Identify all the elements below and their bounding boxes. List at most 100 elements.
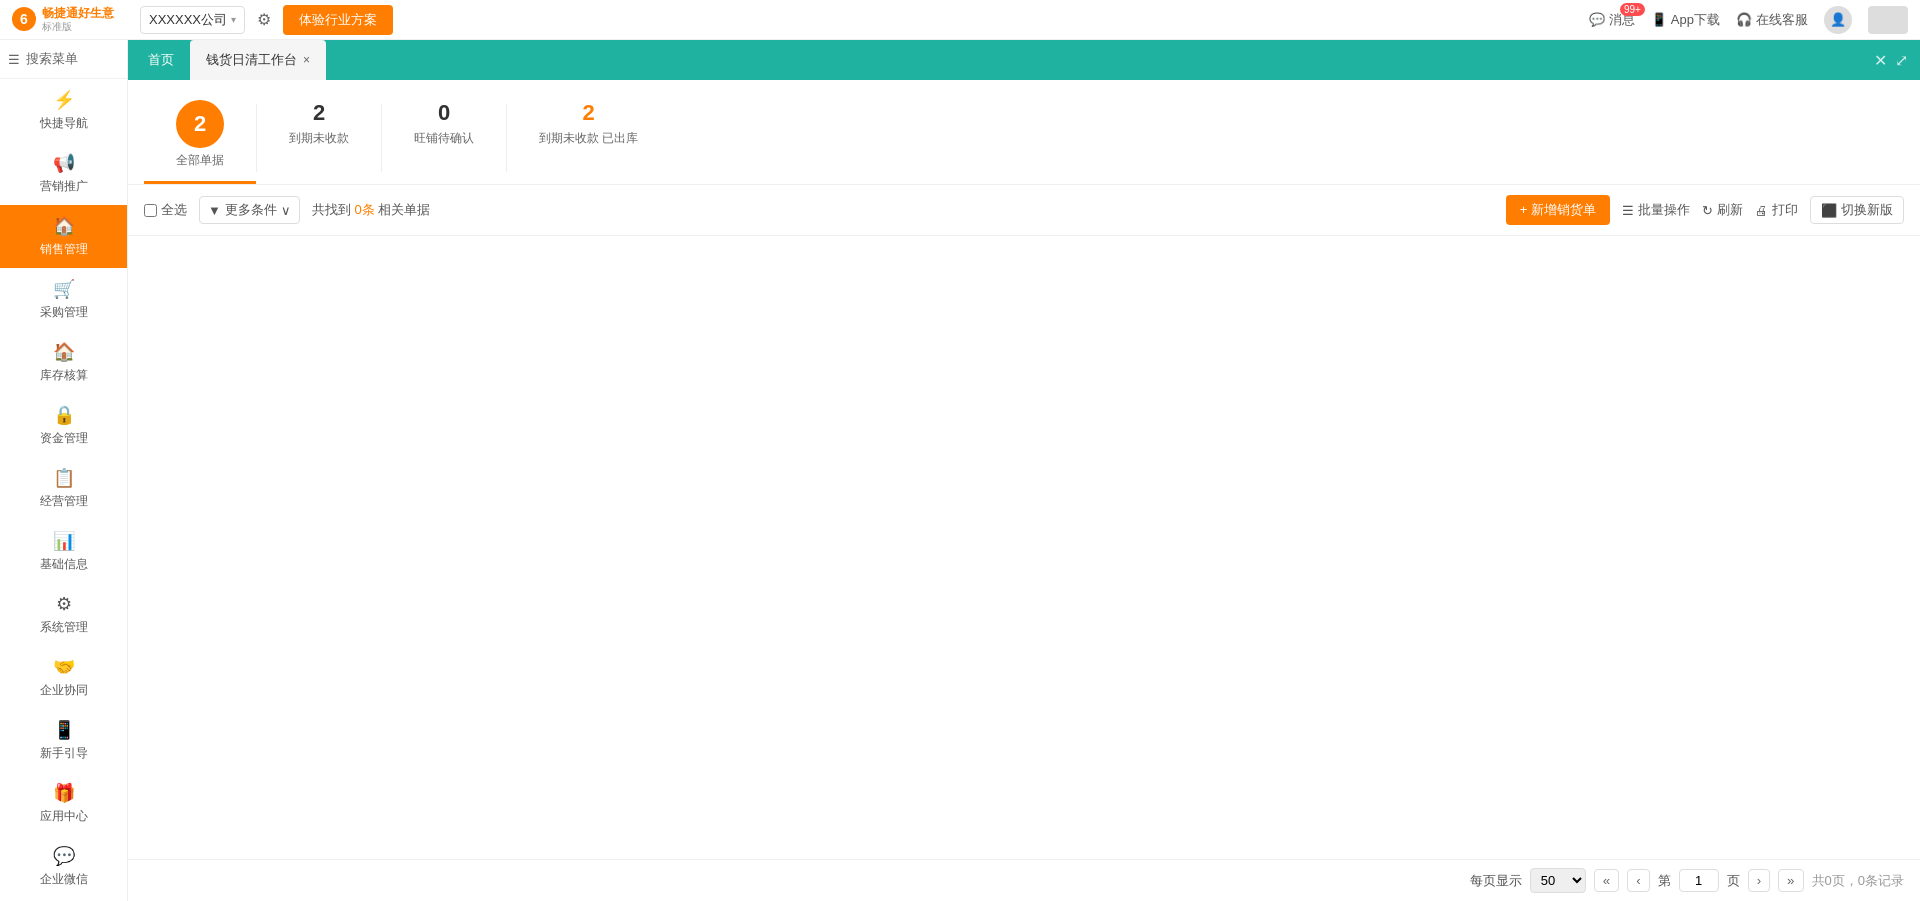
print-label: 打印: [1772, 201, 1798, 219]
search-icon: ☰: [8, 52, 20, 67]
print-icon: 🖨: [1755, 203, 1768, 218]
stat-overdue-value: 2: [313, 100, 325, 126]
basic-info-icon: 📊: [53, 530, 75, 552]
main-layout: ☰ 搜索菜单 ⚡ 快捷导航 📢 营销推广 🏠 销售管理 🛒 采购管理 🏠 库存核…: [0, 40, 1920, 901]
sidebar-label-guide: 新手引导: [40, 745, 88, 762]
found-prefix: 共找到: [312, 202, 351, 217]
guide-icon: 📱: [53, 719, 75, 741]
sidebar-item-operation[interactable]: 📋 经营管理: [0, 457, 127, 520]
filter-label: 更多条件: [225, 201, 277, 219]
sidebar-item-guide[interactable]: 📱 新手引导: [0, 709, 127, 772]
marketing-icon: 📢: [53, 152, 75, 174]
stats-tabs: 2 全部单据 2 到期未收款 0 旺铺待确认 2 到期未收款 已出库: [128, 80, 1920, 185]
page-last-btn[interactable]: »: [1778, 869, 1803, 892]
app-center-icon: 🎁: [53, 782, 75, 804]
sidebar: ☰ 搜索菜单 ⚡ 快捷导航 📢 营销推广 🏠 销售管理 🛒 采购管理 🏠 库存核…: [0, 40, 128, 901]
stat-tab-pending[interactable]: 0 旺铺待确认: [382, 92, 506, 184]
company-name: XXXXXX公司: [149, 11, 227, 29]
tab-home-label: 首页: [148, 51, 174, 69]
top-header: 6 畅捷通好生意 标准版 XXXXXX公司 ▾ ⚙ 体验行业方案 💬 消息 99…: [0, 0, 1920, 40]
tab-close-icon[interactable]: ×: [303, 53, 310, 67]
stat-shipped-value: 2: [583, 100, 595, 126]
filter-icon: ▼: [208, 203, 221, 218]
filter-btn[interactable]: ▼ 更多条件 ∨: [199, 196, 300, 224]
company-selector[interactable]: XXXXXX公司 ▾: [140, 6, 245, 34]
refresh-label: 刷新: [1717, 201, 1743, 219]
user-profile-area[interactable]: [1868, 6, 1908, 34]
sidebar-item-marketing[interactable]: 📢 营销推广: [0, 142, 127, 205]
select-all-label: 全选: [161, 201, 187, 219]
trial-btn[interactable]: 体验行业方案: [283, 5, 393, 35]
settings-icon[interactable]: ⚙: [253, 6, 275, 33]
stat-pending-label: 旺铺待确认: [414, 130, 474, 147]
batch-ops-btn[interactable]: ☰ 批量操作: [1622, 201, 1690, 219]
select-all-checkbox-label[interactable]: 全选: [144, 201, 187, 219]
sidebar-item-enterprise[interactable]: 🤝 企业协同: [0, 646, 127, 709]
toolbar-right: + 新增销货单 ☰ 批量操作 ↻ 刷新 🖨 打印 ⬛: [1506, 195, 1904, 225]
avatar[interactable]: 👤: [1824, 6, 1852, 34]
filter-chevron-icon: ∨: [281, 203, 291, 218]
sidebar-item-sales[interactable]: 🏠 销售管理: [0, 205, 127, 268]
sidebar-item-quick-nav[interactable]: ⚡ 快捷导航: [0, 79, 127, 142]
per-page-label: 每页显示: [1470, 872, 1522, 890]
logo-icon: 6: [12, 7, 36, 31]
avatar-icon: 👤: [1830, 12, 1846, 27]
sidebar-search-btn[interactable]: ☰ 搜索菜单: [0, 40, 127, 79]
stat-tab-all[interactable]: 2 全部单据: [144, 92, 256, 184]
quick-nav-icon: ⚡: [53, 89, 75, 111]
toolbar: 全选 ▼ 更多条件 ∨ 共找到 0条 相关单据 + 新增销货单 ☰ 批量操作: [128, 185, 1920, 236]
sidebar-item-basic-info[interactable]: 📊 基础信息: [0, 520, 127, 583]
pagination: 每页显示 50 20 100 « ‹ 第 页 › » 共0页，0条记录: [128, 859, 1920, 901]
print-btn[interactable]: 🖨 打印: [1755, 201, 1798, 219]
page-next-btn[interactable]: ›: [1748, 869, 1770, 892]
refresh-icon: ↻: [1702, 203, 1713, 218]
sidebar-label-operation: 经营管理: [40, 493, 88, 510]
page-prev-btn[interactable]: ‹: [1627, 869, 1649, 892]
tab-workbench-label: 钱货日清工作台: [206, 51, 297, 69]
sidebar-item-finance[interactable]: 🔒 资金管理: [0, 394, 127, 457]
messages-btn[interactable]: 💬 消息 99+: [1589, 11, 1635, 29]
stat-tab-overdue[interactable]: 2 到期未收款: [257, 92, 381, 184]
wechat-icon: 💬: [53, 845, 75, 867]
service-icon: 🎧: [1736, 12, 1752, 27]
sidebar-items: ⚡ 快捷导航 📢 营销推广 🏠 销售管理 🛒 采购管理 🏠 库存核算 🔒 资金管…: [0, 79, 127, 901]
online-service-btn[interactable]: 🎧 在线客服: [1736, 11, 1808, 29]
tab-maximize-icon[interactable]: ⤢: [1895, 51, 1908, 70]
header-right: 💬 消息 99+ 📱 App下载 🎧 在线客服 👤: [1589, 6, 1908, 34]
sidebar-label-enterprise: 企业协同: [40, 682, 88, 699]
app-subtitle: 标准版: [42, 21, 114, 33]
sidebar-item-wechat[interactable]: 💬 企业微信: [0, 835, 127, 898]
switch-version-btn[interactable]: ⬛ 切换新版: [1810, 196, 1904, 224]
per-page-select[interactable]: 50 20 100: [1530, 868, 1586, 893]
sidebar-label-basic-info: 基础信息: [40, 556, 88, 573]
sales-icon: 🏠: [53, 215, 75, 237]
stat-tab-shipped[interactable]: 2 到期未收款 已出库: [507, 92, 670, 184]
stat-overdue-label: 到期未收款: [289, 130, 349, 147]
sidebar-item-purchase[interactable]: 🛒 采购管理: [0, 268, 127, 331]
page-first-btn[interactable]: «: [1594, 869, 1619, 892]
found-text: 共找到 0条 相关单据: [312, 201, 430, 219]
tab-minimize-icon[interactable]: ✕: [1874, 51, 1887, 70]
sidebar-item-system[interactable]: ⚙ 系统管理: [0, 583, 127, 646]
stat-shipped-label: 到期未收款 已出库: [539, 130, 638, 147]
tab-home[interactable]: 首页: [132, 40, 190, 80]
page-label-2: 页: [1727, 872, 1740, 890]
page-label: 第: [1658, 872, 1671, 890]
sidebar-item-inventory[interactable]: 🏠 库存核算: [0, 331, 127, 394]
select-all-checkbox[interactable]: [144, 204, 157, 217]
add-sales-btn[interactable]: + 新增销货单: [1506, 195, 1610, 225]
logo-area: 6 畅捷通好生意 标准版: [12, 6, 140, 32]
stat-pending-value: 0: [438, 100, 450, 126]
switch-label: 切换新版: [1841, 201, 1893, 219]
finance-icon: 🔒: [53, 404, 75, 426]
sidebar-label-app-center: 应用中心: [40, 808, 88, 825]
found-suffix: 相关单据: [378, 202, 430, 217]
refresh-btn[interactable]: ↻ 刷新: [1702, 201, 1743, 219]
page-input[interactable]: [1679, 869, 1719, 892]
app-download-btn[interactable]: 📱 App下载: [1651, 11, 1720, 29]
sidebar-label-marketing: 营销推广: [40, 178, 88, 195]
sidebar-item-app-center[interactable]: 🎁 应用中心: [0, 772, 127, 835]
operation-icon: 📋: [53, 467, 75, 489]
tab-workbench[interactable]: 钱货日清工作台 ×: [190, 40, 326, 80]
purchase-icon: 🛒: [53, 278, 75, 300]
